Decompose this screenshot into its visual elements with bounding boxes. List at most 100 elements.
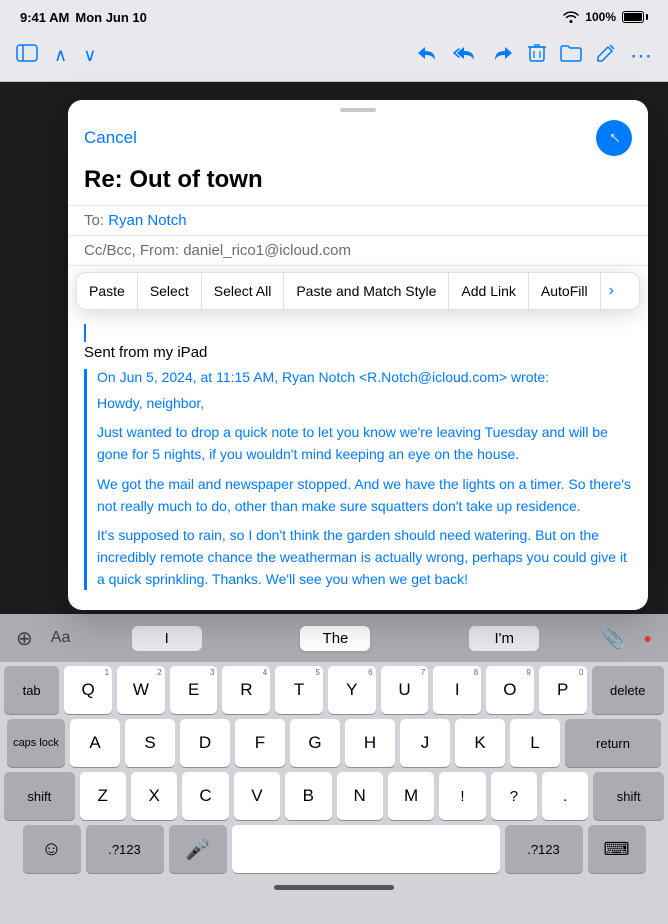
key-N[interactable]: N xyxy=(337,772,383,820)
num-switch-key[interactable]: .?123 xyxy=(86,825,164,873)
key-M[interactable]: M xyxy=(388,772,434,820)
send-button[interactable]: ↑ xyxy=(596,120,632,156)
quoted-email-block: On Jun 5, 2024, at 11:15 AM, Ryan Notch … xyxy=(84,369,632,591)
key-period[interactable]: . xyxy=(542,772,588,820)
shift-right-key[interactable]: shift xyxy=(593,772,664,820)
key-E[interactable]: 3E xyxy=(170,666,218,714)
num-switch-key-2[interactable]: .?123 xyxy=(505,825,583,873)
key-A[interactable]: A xyxy=(70,719,120,767)
quoted-p2: Just wanted to drop a quick note to let … xyxy=(97,422,632,465)
space-key[interactable] xyxy=(232,825,500,873)
key-S[interactable]: S xyxy=(125,719,175,767)
cc-email: daniel_rico1@icloud.com xyxy=(183,242,351,259)
home-indicator xyxy=(0,877,668,897)
select-all-button[interactable]: Select All xyxy=(202,273,285,309)
context-menu-more-chevron[interactable]: › xyxy=(601,273,622,309)
cc-label: Cc/Bcc, From: xyxy=(84,242,179,259)
quoted-p3: We got the mail and newspaper stopped. A… xyxy=(97,474,632,517)
time: 9:41 AM xyxy=(20,10,69,25)
reply-all-icon[interactable] xyxy=(452,44,478,68)
date: Mon Jun 10 xyxy=(75,10,147,25)
main-toolbar: ∧ ∨ xyxy=(0,30,668,82)
key-K[interactable]: K xyxy=(455,719,505,767)
navigate-up-icon[interactable]: ∧ xyxy=(54,45,67,66)
battery-icon xyxy=(622,11,648,23)
key-Y[interactable]: 6Y xyxy=(328,666,376,714)
tab-key[interactable]: tab xyxy=(4,666,59,714)
autocomplete-bar: I The I'm xyxy=(82,626,588,651)
keyboard-bottom-row: ☺ .?123 🎤 .?123 ⌨ xyxy=(4,825,664,873)
key-H[interactable]: H xyxy=(345,719,395,767)
compose-to-field[interactable]: To: Ryan Notch xyxy=(68,205,648,235)
key-F[interactable]: F xyxy=(235,719,285,767)
compose-icon[interactable] xyxy=(596,43,616,69)
caps-lock-key[interactable]: caps lock xyxy=(7,719,65,767)
keyboard-row-2: caps lock A S D F G H J K L return xyxy=(4,719,664,767)
key-O[interactable]: 9O xyxy=(486,666,534,714)
key-L[interactable]: L xyxy=(510,719,560,767)
autocomplete-word-1[interactable]: I xyxy=(132,626,202,651)
keyboard-settings-icon[interactable]: ⊕ xyxy=(10,622,39,655)
keyboard-area: ⊕ Aa I The I'm 📎 ● tab 1Q 2W 3E 4R 5T 6Y… xyxy=(0,614,668,924)
autofill-button[interactable]: AutoFill xyxy=(529,273,601,309)
quoted-p1: Howdy, neighbor, xyxy=(97,393,632,415)
autocomplete-word-3[interactable]: I'm xyxy=(469,626,539,651)
return-key[interactable]: return xyxy=(565,719,661,767)
key-P[interactable]: 0P xyxy=(539,666,587,714)
paste-match-style-button[interactable]: Paste and Match Style xyxy=(284,273,449,309)
reply-icon[interactable] xyxy=(416,44,438,68)
key-D[interactable]: D xyxy=(180,719,230,767)
to-name[interactable]: Ryan Notch xyxy=(108,212,186,229)
autocomplete-word-2[interactable]: The xyxy=(300,626,370,651)
signature: Sent from my iPad xyxy=(84,344,632,361)
keyboard-row-3: shift Z X C V B N M ! ? . shift xyxy=(4,772,664,820)
key-W[interactable]: 2W xyxy=(117,666,165,714)
key-I[interactable]: 8I xyxy=(433,666,481,714)
key-U[interactable]: 7U xyxy=(381,666,429,714)
delete-key[interactable]: delete xyxy=(592,666,665,714)
folder-icon[interactable] xyxy=(560,44,582,68)
compose-header: Cancel ↑ xyxy=(68,116,648,166)
key-V[interactable]: V xyxy=(234,772,280,820)
keyboard-toolbar: ⊕ Aa I The I'm 📎 ● xyxy=(0,614,668,662)
key-R[interactable]: 4R xyxy=(222,666,270,714)
wifi-icon xyxy=(563,11,579,23)
cancel-button[interactable]: Cancel xyxy=(84,128,137,148)
hide-keyboard-key[interactable]: ⌨ xyxy=(588,825,646,873)
add-link-button[interactable]: Add Link xyxy=(449,273,528,309)
attachment-icon[interactable]: 📎 xyxy=(595,622,632,655)
key-Z[interactable]: Z xyxy=(80,772,126,820)
key-G[interactable]: G xyxy=(290,719,340,767)
select-button[interactable]: Select xyxy=(138,273,202,309)
key-T[interactable]: 5T xyxy=(275,666,323,714)
quoted-email-header: On Jun 5, 2024, at 11:15 AM, Ryan Notch … xyxy=(97,369,632,385)
sidebar-toggle-icon[interactable] xyxy=(16,44,38,68)
forward-icon[interactable] xyxy=(492,44,514,68)
text-cursor xyxy=(84,324,86,342)
key-exclaim[interactable]: ! xyxy=(439,772,485,820)
quoted-p4: It's supposed to rain, so I don't think … xyxy=(97,525,632,590)
compose-window: Cancel ↑ Re: Out of town To: Ryan Notch … xyxy=(68,100,648,610)
key-Q[interactable]: 1Q xyxy=(64,666,112,714)
navigate-down-icon[interactable]: ∨ xyxy=(83,45,96,66)
paste-button[interactable]: Paste xyxy=(77,273,138,309)
send-arrow-icon: ↑ xyxy=(603,126,624,147)
compose-subject: Re: Out of town xyxy=(68,166,648,205)
key-question[interactable]: ? xyxy=(491,772,537,820)
shift-left-key[interactable]: shift xyxy=(4,772,75,820)
record-icon[interactable]: ● xyxy=(638,626,658,650)
key-X[interactable]: X xyxy=(131,772,177,820)
compose-body[interactable]: Sent from my iPad On Jun 5, 2024, at 11:… xyxy=(68,316,648,611)
key-C[interactable]: C xyxy=(182,772,228,820)
key-J[interactable]: J xyxy=(400,719,450,767)
emoji-key[interactable]: ☺ xyxy=(23,825,81,873)
keyboard-format-icon[interactable]: Aa xyxy=(45,625,77,651)
compose-cc-field[interactable]: Cc/Bcc, From: daniel_rico1@icloud.com xyxy=(68,235,648,266)
more-icon[interactable]: ⋯ xyxy=(630,43,652,69)
trash-icon[interactable] xyxy=(528,43,546,69)
microphone-key[interactable]: 🎤 xyxy=(169,825,227,873)
context-menu: Paste Select Select All Paste and Match … xyxy=(76,272,640,310)
to-label: To: xyxy=(84,212,104,229)
key-B[interactable]: B xyxy=(285,772,331,820)
battery-label: 100% xyxy=(585,10,616,24)
